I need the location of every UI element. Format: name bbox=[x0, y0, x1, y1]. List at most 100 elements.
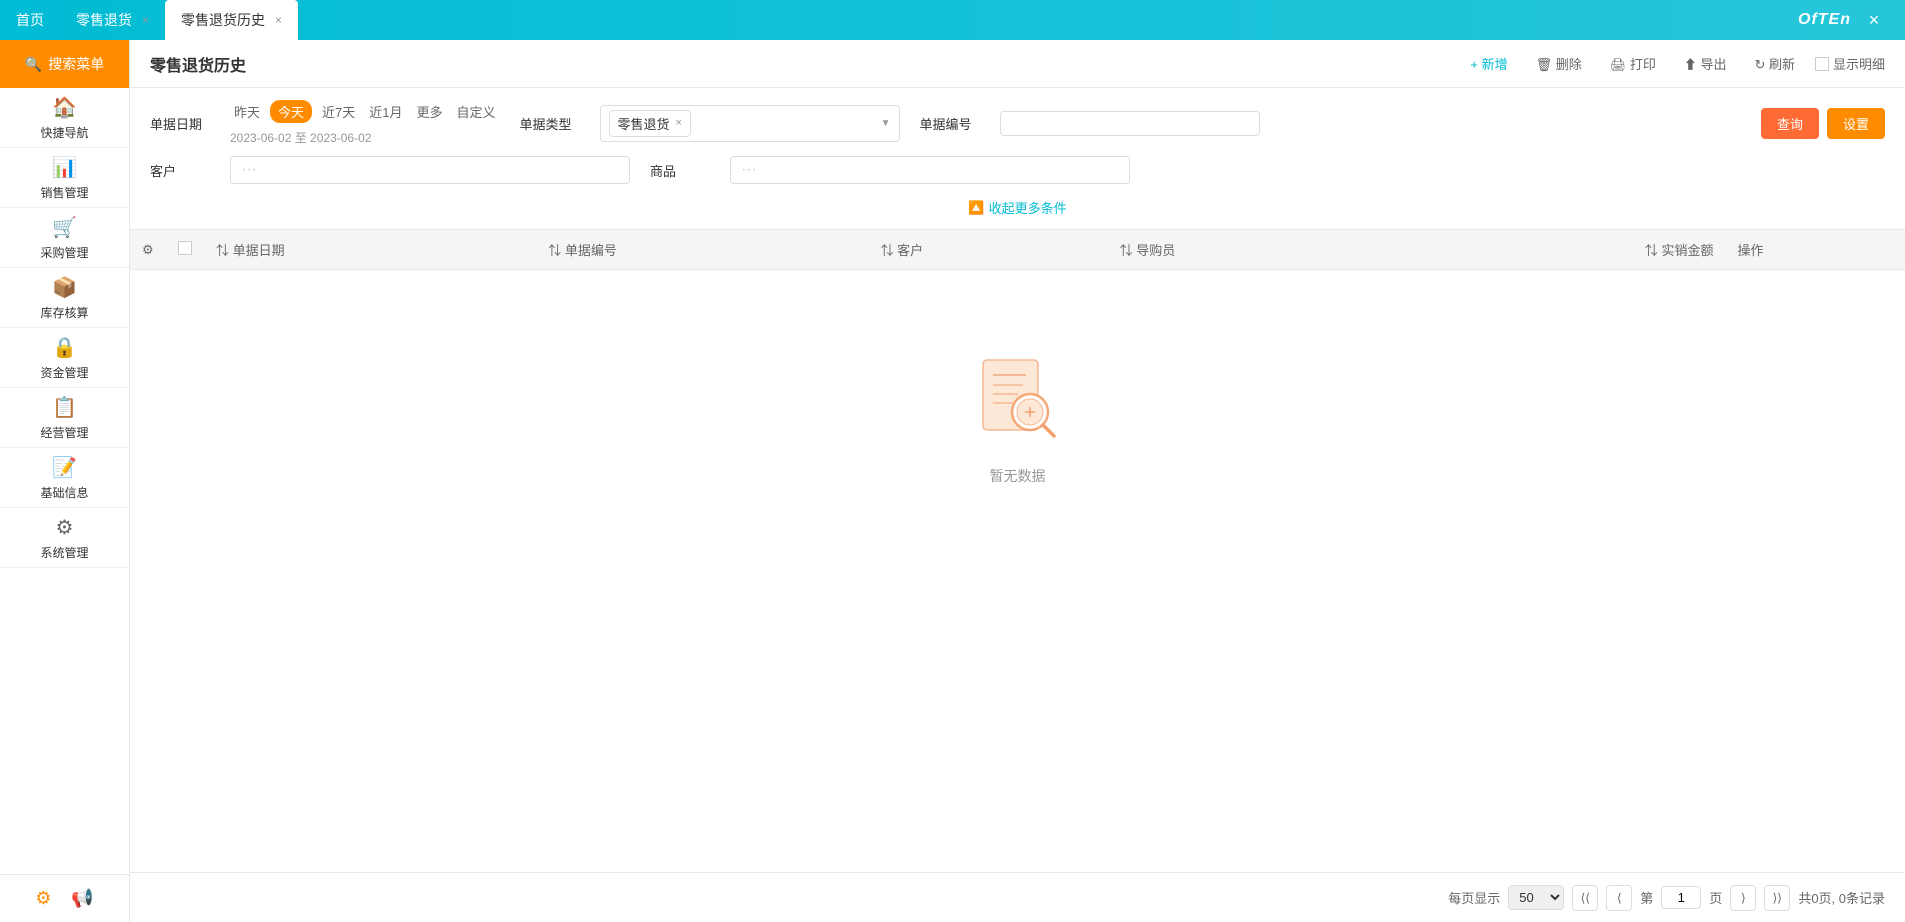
th-customer[interactable]: ⇅ 客户 bbox=[869, 230, 1108, 270]
collapse-button[interactable]: 🔼 收起更多条件 bbox=[968, 198, 1066, 217]
show-detail-text: 显示明细 bbox=[1833, 54, 1885, 73]
collapse-row: 🔼 收起更多条件 bbox=[150, 194, 1885, 217]
sales-icon: 📊 bbox=[52, 155, 77, 180]
page-next-button[interactable]: ⟩ bbox=[1730, 885, 1756, 911]
sidebar-item-inventory[interactable]: 📦 库存核算 bbox=[0, 268, 129, 328]
main-layout: 🔍 搜索菜单 🏠 快捷导航 📊 销售管理 🛒 采购管理 📦 库存核算 🔒 资金管… bbox=[0, 40, 1905, 922]
pagination-bar: 每页显示 50 10 20 100 ⟨⟨ ⟨ 第 1 页 ⟩ ⟩⟩ 共0页, 0… bbox=[130, 872, 1905, 922]
sidebar-item-sales[interactable]: 📊 销售管理 bbox=[0, 148, 129, 208]
tab-retail-return[interactable]: 零售退货 × bbox=[60, 0, 165, 40]
date-opt-yesterday[interactable]: 昨天 bbox=[230, 100, 264, 123]
empty-cell: 暂无数据 bbox=[130, 270, 1905, 567]
nav-label-operations: 经营管理 bbox=[40, 424, 88, 441]
th-date[interactable]: ⇅ 单据日期 bbox=[204, 230, 536, 270]
export-button[interactable]: ⬆ 导出 bbox=[1676, 50, 1735, 77]
collapse-label: 收起更多条件 bbox=[989, 198, 1067, 217]
date-range-display: 2023-06-02 至 2023-06-02 bbox=[230, 129, 500, 146]
date-opt-custom[interactable]: 自定义 bbox=[453, 100, 500, 123]
query-button[interactable]: 查询 bbox=[1761, 108, 1819, 139]
tab-retail-return-history[interactable]: 零售退货历史 × bbox=[165, 0, 298, 40]
page-label: 页 bbox=[1709, 888, 1722, 907]
settings-button[interactable]: 设置 bbox=[1827, 108, 1885, 139]
search-menu-label: 搜索菜单 bbox=[48, 54, 104, 74]
page-input[interactable]: 1 bbox=[1661, 886, 1701, 909]
goods-input-wrapper[interactable]: ··· bbox=[730, 156, 1130, 184]
voucher-type-tag: 零售退货 × bbox=[609, 110, 691, 137]
sidebar-item-purchase[interactable]: 🛒 采购管理 bbox=[0, 208, 129, 268]
content-area: 零售退货历史 + 新增 🗑 删除 🖨 打印 ⬆ 导出 ↻ 刷新 显示明细 单据日… bbox=[130, 40, 1905, 922]
goods-label: 商品 bbox=[650, 161, 710, 180]
th-amount[interactable]: ⇅ 实销金额 bbox=[1393, 230, 1725, 270]
finance-icon: 🔒 bbox=[52, 335, 77, 360]
page-prev-button[interactable]: ⟨ bbox=[1606, 885, 1632, 911]
th-checkbox[interactable] bbox=[166, 230, 204, 270]
speaker-bottom-icon[interactable]: 📢 bbox=[71, 888, 93, 909]
table-container: ⚙ ⇅ 单据日期 ⇅ 单据编号 ⇅ 客户 bbox=[130, 230, 1905, 872]
page-last-button[interactable]: ⟩⟩ bbox=[1764, 885, 1790, 911]
customer-input-wrapper[interactable]: ··· bbox=[230, 156, 630, 184]
nav-label-inventory: 库存核算 bbox=[40, 304, 88, 321]
empty-text: 暂无数据 bbox=[990, 466, 1046, 486]
system-icon: ⚙ bbox=[56, 515, 74, 540]
date-options: 昨天 今天 近7天 近1月 更多 自定义 bbox=[230, 100, 500, 123]
purchase-icon: 🛒 bbox=[52, 215, 77, 240]
th-settings[interactable]: ⚙ bbox=[130, 230, 166, 270]
customer-label: 客户 bbox=[150, 161, 210, 180]
tab-retail-return-history-label: 零售退货历史 bbox=[181, 10, 265, 30]
page-title: 零售退货历史 bbox=[150, 52, 1462, 76]
customer-dots: ··· bbox=[241, 161, 619, 179]
voucher-type-arrow: ▼ bbox=[881, 118, 891, 129]
table-body: 暂无数据 bbox=[130, 270, 1905, 567]
page-section-label: 第 bbox=[1640, 888, 1653, 907]
empty-illustration bbox=[968, 350, 1068, 450]
page-first-button[interactable]: ⟨⟨ bbox=[1572, 885, 1598, 911]
new-button[interactable]: + 新增 bbox=[1462, 50, 1515, 77]
page-size-select[interactable]: 50 10 20 100 bbox=[1508, 885, 1564, 910]
sidebar-item-quick-nav[interactable]: 🏠 快捷导航 bbox=[0, 88, 129, 148]
sidebar: 🔍 搜索菜单 🏠 快捷导航 📊 销售管理 🛒 采购管理 📦 库存核算 🔒 资金管… bbox=[0, 40, 130, 922]
search-icon: 🔍 bbox=[25, 56, 42, 73]
sidebar-item-system[interactable]: ⚙ 系统管理 bbox=[0, 508, 129, 568]
home-icon: 🏠 bbox=[52, 95, 77, 120]
voucher-type-label: 单据类型 bbox=[520, 114, 580, 133]
date-opt-7days[interactable]: 近7天 bbox=[318, 100, 359, 123]
refresh-button[interactable]: ↻ 刷新 bbox=[1746, 50, 1803, 77]
sidebar-bottom: ⚙ 📢 bbox=[0, 874, 129, 922]
voucher-type-select[interactable]: 零售退货 × ▼ bbox=[600, 105, 900, 142]
delete-button[interactable]: 🗑 删除 bbox=[1528, 50, 1590, 77]
sidebar-item-basic-info[interactable]: 📝 基础信息 bbox=[0, 448, 129, 508]
show-detail-checkbox[interactable] bbox=[1815, 57, 1829, 71]
page-header: 零售退货历史 + 新增 🗑 删除 🖨 打印 ⬆ 导出 ↻ 刷新 显示明细 bbox=[130, 40, 1905, 88]
table-header-row: ⚙ ⇅ 单据日期 ⇅ 单据编号 ⇅ 客户 bbox=[130, 230, 1905, 270]
th-actions-label: 操作 bbox=[1738, 243, 1764, 258]
window-close-button[interactable]: × bbox=[1859, 5, 1889, 35]
date-opt-today[interactable]: 今天 bbox=[270, 100, 312, 123]
voucher-type-tag-close[interactable]: × bbox=[676, 117, 682, 129]
voucher-no-input[interactable] bbox=[1000, 111, 1260, 136]
date-filter-label: 单据日期 bbox=[150, 114, 210, 133]
search-menu-button[interactable]: 🔍 搜索菜单 bbox=[0, 40, 129, 88]
filter-row-1: 单据日期 昨天 今天 近7天 近1月 更多 自定义 2023-06-02 至 2… bbox=[150, 100, 1885, 146]
nav-label-quick-nav: 快捷导航 bbox=[40, 124, 88, 141]
settings-bottom-icon[interactable]: ⚙ bbox=[35, 888, 51, 909]
tab-retail-return-history-close[interactable]: × bbox=[275, 13, 282, 27]
nav-label-sales: 销售管理 bbox=[40, 184, 88, 201]
nav-label-basic-info: 基础信息 bbox=[40, 484, 88, 501]
empty-state: 暂无数据 bbox=[130, 270, 1905, 566]
sidebar-item-operations[interactable]: 📋 经营管理 bbox=[0, 388, 129, 448]
tab-retail-return-label: 零售退货 bbox=[76, 10, 132, 30]
date-opt-more[interactable]: 更多 bbox=[413, 100, 447, 123]
date-opt-1month[interactable]: 近1月 bbox=[365, 100, 406, 123]
top-bar: 首页 零售退货 × 零售退货历史 × OfTEn × bbox=[0, 0, 1905, 40]
print-button[interactable]: 🖨 打印 bbox=[1602, 50, 1664, 77]
filter-area: 单据日期 昨天 今天 近7天 近1月 更多 自定义 2023-06-02 至 2… bbox=[130, 88, 1905, 230]
tab-retail-return-close[interactable]: × bbox=[142, 13, 149, 27]
th-date-label: ⇅ 单据日期 bbox=[216, 243, 285, 258]
sidebar-item-finance[interactable]: 🔒 资金管理 bbox=[0, 328, 129, 388]
tab-home[interactable]: 首页 bbox=[0, 0, 60, 40]
th-actions: 操作 bbox=[1726, 230, 1905, 270]
nav-label-finance: 资金管理 bbox=[40, 364, 88, 381]
th-no[interactable]: ⇅ 单据编号 bbox=[536, 230, 868, 270]
th-guide[interactable]: ⇅ 导购员 bbox=[1108, 230, 1394, 270]
th-checkbox-all[interactable] bbox=[178, 241, 192, 255]
